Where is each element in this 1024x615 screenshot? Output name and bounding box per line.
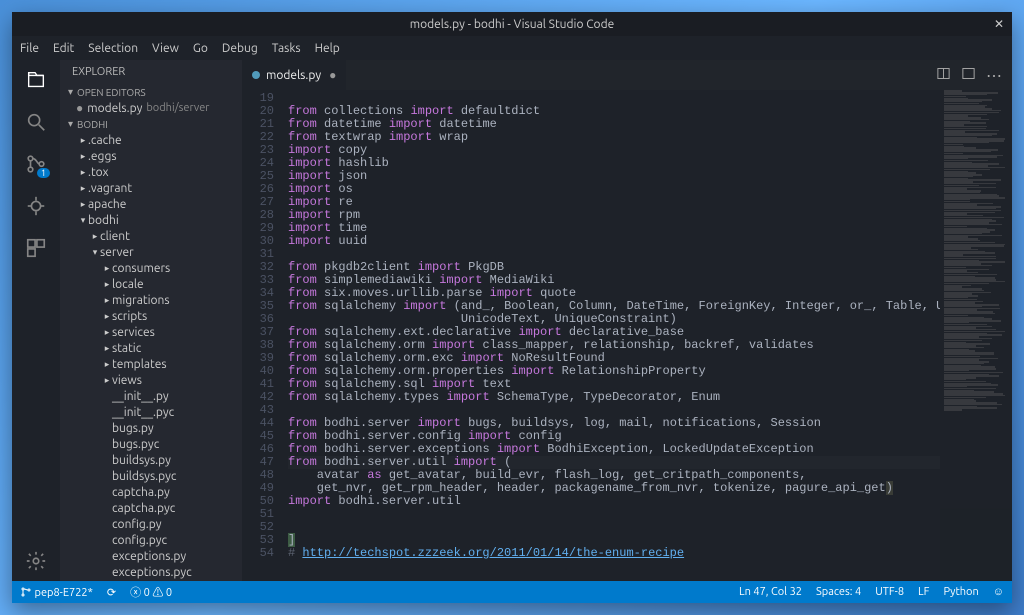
tree-item[interactable]: ▸apache (60, 196, 242, 212)
cursor-position[interactable]: Ln 47, Col 32 (739, 586, 802, 598)
menu-help[interactable]: Help (315, 42, 340, 55)
tree-item[interactable]: exceptions.py (60, 548, 242, 564)
minimap[interactable] (940, 90, 1012, 581)
tab-models[interactable]: models.py ● (242, 60, 346, 90)
tree-item[interactable]: __init__.pyc (60, 404, 242, 420)
menubar: File Edit Selection View Go Debug Tasks Help (12, 36, 1012, 60)
git-branch[interactable]: pep8-E722* (20, 586, 93, 599)
tree-item[interactable]: captcha.pyc (60, 500, 242, 516)
editor[interactable]: 1920212223242526272829303132333435363738… (242, 90, 1012, 581)
tree-item[interactable]: exceptions.pyc (60, 564, 242, 580)
more-icon[interactable]: ⋯ (986, 66, 1002, 85)
extensions-icon[interactable] (24, 236, 48, 260)
tree-item[interactable]: ▸migrations (60, 292, 242, 308)
close-icon[interactable]: ✕ (994, 17, 1004, 31)
encoding[interactable]: UTF-8 (875, 586, 904, 598)
menu-selection[interactable]: Selection (88, 42, 138, 55)
menu-edit[interactable]: Edit (53, 42, 74, 55)
scm-badge: 1 (37, 168, 50, 178)
tree-item[interactable]: ▸consumers (60, 260, 242, 276)
tree-item[interactable]: config.py (60, 516, 242, 532)
dirty-indicator: ● (329, 68, 336, 82)
editor-group: models.py ● ⋯ 19202122232425262728293031… (242, 60, 1012, 581)
app-window: models.py - bodhi - Visual Studio Code ✕… (12, 12, 1012, 603)
tree-item[interactable]: ▸static (60, 340, 242, 356)
tree-item[interactable]: config.pyc (60, 532, 242, 548)
tree-item[interactable]: ▸locale (60, 276, 242, 292)
gear-icon[interactable] (24, 549, 48, 573)
layout-icon[interactable] (961, 66, 976, 85)
sidebar-title: EXPLORER (60, 60, 242, 84)
tree-item[interactable]: ▸scripts (60, 308, 242, 324)
tree-item[interactable]: __init__.py (60, 388, 242, 404)
tree-item[interactable]: ▸client (60, 228, 242, 244)
menu-go[interactable]: Go (193, 42, 208, 55)
tree-item[interactable]: buildsys.py (60, 452, 242, 468)
tree-item[interactable]: captcha.py (60, 484, 242, 500)
folder-root-header[interactable]: ▾BODHI (60, 116, 242, 132)
tree-item[interactable]: ▸.vagrant (60, 180, 242, 196)
tree-item[interactable]: bugs.py (60, 420, 242, 436)
menu-debug[interactable]: Debug (222, 42, 258, 55)
indent[interactable]: Spaces: 4 (816, 586, 861, 598)
file-icon (252, 71, 260, 79)
open-editors-header[interactable]: ▾OPEN EDITORS (60, 84, 242, 100)
debug-icon[interactable] (24, 194, 48, 218)
feedback-icon[interactable]: ☺ (993, 586, 1004, 598)
scm-icon[interactable]: 1 (24, 152, 48, 176)
tabs: models.py ● ⋯ (242, 60, 1012, 90)
tree-item[interactable]: buildsys.pyc (60, 468, 242, 484)
window-title: models.py - bodhi - Visual Studio Code (410, 18, 614, 31)
menu-file[interactable]: File (20, 42, 39, 55)
explorer-icon[interactable] (24, 68, 48, 92)
line-gutter: 1920212223242526272829303132333435363738… (242, 90, 288, 581)
status-bar: pep8-E722* ⟳ ⓧ 0 ⚠ 0 Ln 47, Col 32 Space… (12, 581, 1012, 603)
tree-item[interactable]: ▸templates (60, 356, 242, 372)
tree-item[interactable]: ▸.cache (60, 132, 242, 148)
tree-item[interactable]: ▸.eggs (60, 148, 242, 164)
tree-item[interactable]: ▸.tox (60, 164, 242, 180)
problems[interactable]: ⓧ 0 ⚠ 0 (130, 584, 172, 600)
open-editor-item[interactable]: ● models.py bodhi/server (60, 100, 242, 116)
sync-icon[interactable]: ⟳ (107, 586, 116, 599)
search-icon[interactable] (24, 110, 48, 134)
tree-item[interactable]: ▾bodhi (60, 212, 242, 228)
tree-item[interactable]: bugs.pyc (60, 436, 242, 452)
sidebar: EXPLORER ▾OPEN EDITORS ● models.py bodhi… (60, 60, 242, 581)
split-icon[interactable] (936, 66, 951, 85)
tree-item[interactable]: ▾server (60, 244, 242, 260)
menu-tasks[interactable]: Tasks (272, 42, 301, 55)
code-area[interactable]: from collections import defaultdictfrom … (288, 90, 940, 581)
tree-item[interactable]: ▸views (60, 372, 242, 388)
eol[interactable]: LF (918, 586, 929, 598)
titlebar[interactable]: models.py - bodhi - Visual Studio Code ✕ (12, 12, 1012, 36)
activity-bar: 1 (12, 60, 60, 581)
tree-item[interactable]: ▸services (60, 324, 242, 340)
language[interactable]: Python (943, 586, 978, 598)
menu-view[interactable]: View (152, 42, 179, 55)
